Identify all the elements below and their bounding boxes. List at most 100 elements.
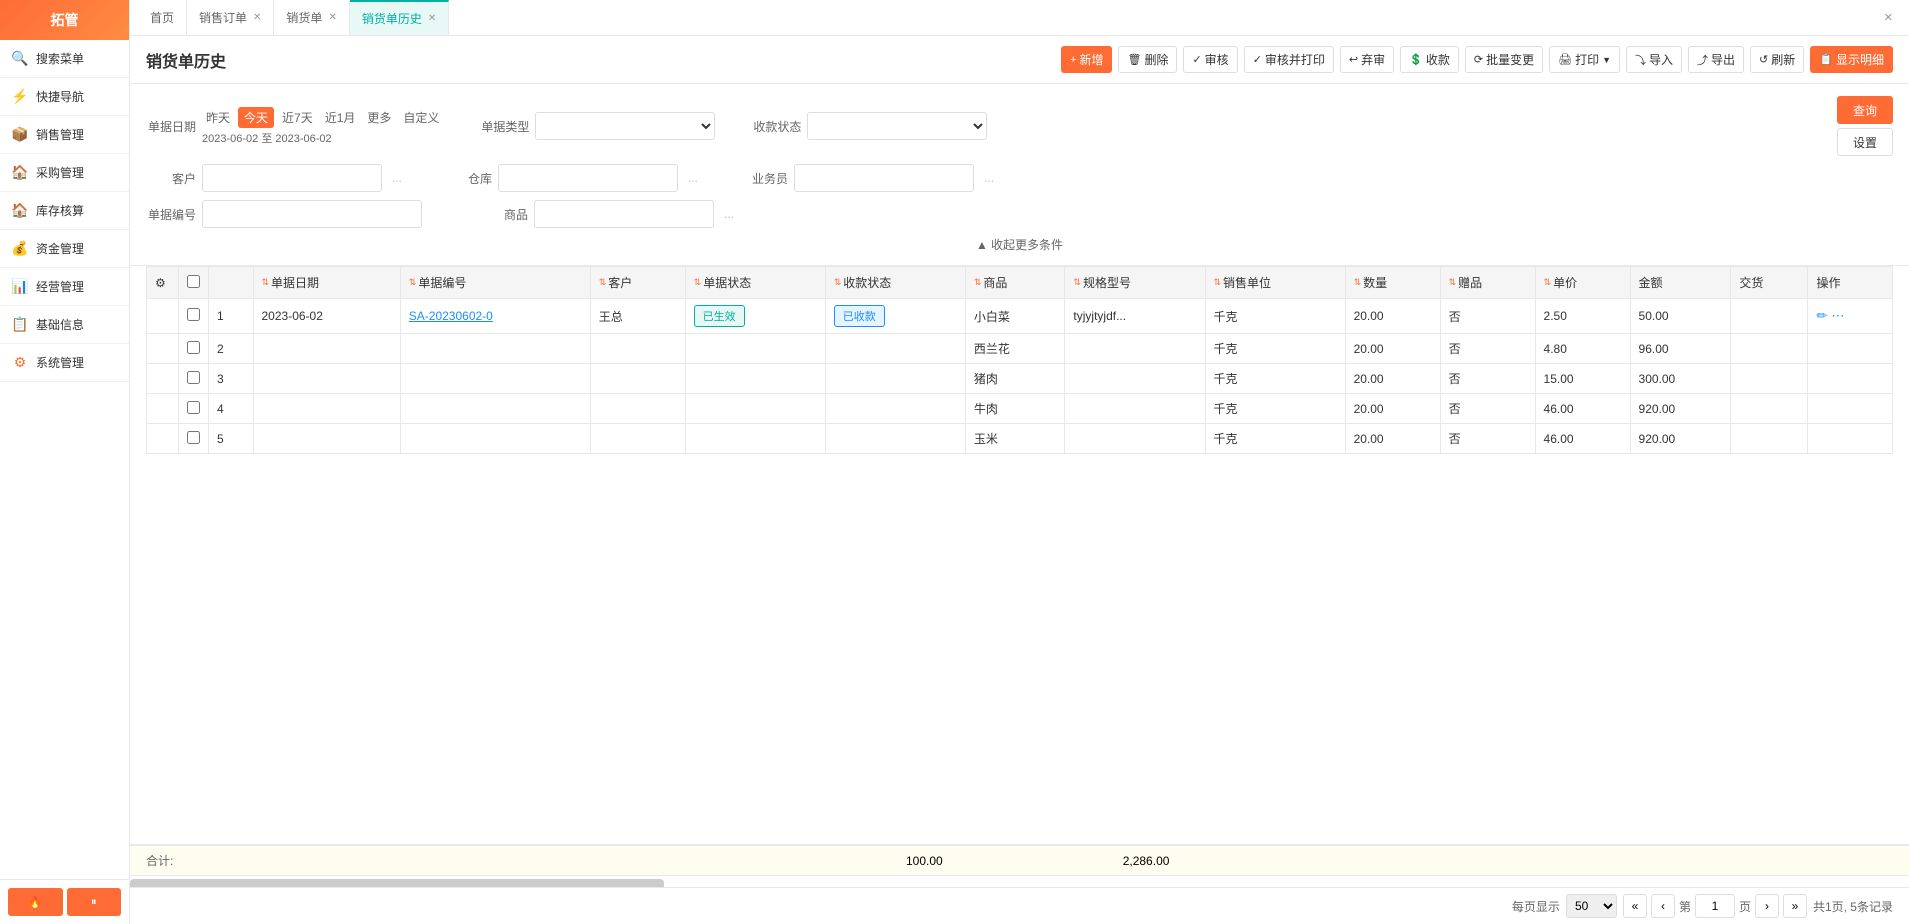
row-goods: 小白菜	[965, 299, 1065, 334]
prev-page-button[interactable]: ‹	[1651, 894, 1675, 918]
close-sales-goods-icon[interactable]: ✕	[328, 12, 336, 23]
tab-home[interactable]: 首页	[138, 0, 187, 35]
sidebar-item-finance[interactable]: 💰 资金管理	[0, 230, 129, 268]
next-page-button[interactable]: ›	[1755, 894, 1779, 918]
staff-dots[interactable]: ...	[980, 171, 998, 185]
collect-button[interactable]: 💲 收款	[1400, 46, 1459, 73]
sidebar-item-system[interactable]: ⚙ 系统管理	[0, 344, 129, 382]
sidebar-item-basic-info[interactable]: 📋 基础信息	[0, 306, 129, 344]
row-checkbox[interactable]	[187, 371, 200, 384]
row-price: 4.80	[1535, 334, 1630, 364]
date-tab-7days[interactable]: 近7天	[278, 107, 317, 128]
date-tab-today[interactable]: 今天	[238, 107, 274, 128]
th-price[interactable]: ⇅单价	[1535, 267, 1630, 299]
th-unit[interactable]: ⇅销售单位	[1205, 267, 1345, 299]
tab-sales-order[interactable]: 销售订单 ✕	[187, 0, 274, 35]
print-button[interactable]: 🖨 打印 ▼	[1549, 46, 1620, 73]
customer-dots[interactable]: ...	[388, 171, 406, 185]
date-tab-custom[interactable]: 自定义	[399, 107, 443, 128]
row-doc-no[interactable]	[400, 364, 590, 394]
row-payment-status	[825, 364, 965, 394]
row-checkbox[interactable]	[187, 341, 200, 354]
sidebar-item-search[interactable]: 🔍 搜索菜单	[0, 40, 129, 78]
sidebar-item-quick-nav[interactable]: ⚡ 快捷导航	[0, 78, 129, 116]
edit-icon[interactable]: ✏	[1816, 308, 1827, 324]
row-doc-no[interactable]	[400, 424, 590, 454]
page-header: 销货单历史 + 新增 🗑 删除 ✓ 审核 ✓ 审核并打印	[130, 36, 1909, 84]
last-page-button[interactable]: »	[1783, 894, 1807, 918]
abandon-button[interactable]: ↩ 弃审	[1340, 46, 1394, 73]
row-unit: 千克	[1205, 394, 1345, 424]
page-number-input[interactable]	[1695, 894, 1735, 918]
payment-status-select[interactable]	[807, 112, 987, 140]
scroll-bar-area[interactable]	[130, 875, 1909, 887]
customer-input[interactable]	[202, 164, 382, 192]
row-price: 15.00	[1535, 364, 1630, 394]
row-doc-no[interactable]: SA-20230602-0	[400, 299, 590, 334]
per-page-select[interactable]: 50 100 200	[1566, 894, 1617, 918]
staff-input[interactable]	[794, 164, 974, 192]
delete-button[interactable]: 🗑 删除	[1118, 46, 1177, 73]
row-delivery	[1731, 394, 1808, 424]
th-payment-status[interactable]: ⇅收款状态	[825, 267, 965, 299]
warehouse-input[interactable]	[498, 164, 678, 192]
sidebar-item-inventory[interactable]: 🏠 库存核算	[0, 192, 129, 230]
goods-input[interactable]	[534, 200, 714, 228]
batch-change-icon: ⟳	[1474, 53, 1483, 66]
query-button[interactable]: 查询	[1837, 96, 1893, 124]
audit-print-button[interactable]: ✓ 审核并打印	[1244, 46, 1334, 73]
doc-no-input[interactable]	[202, 200, 422, 228]
row-amount: 50.00	[1630, 299, 1731, 334]
more-icon[interactable]: ⋯	[1831, 308, 1844, 324]
th-gift[interactable]: ⇅赠品	[1440, 267, 1535, 299]
sidebar-footer-btn2[interactable]: ⏸	[67, 888, 122, 916]
export-button[interactable]: ⤴ 导出	[1688, 46, 1744, 73]
close-sales-order-icon[interactable]: ✕	[253, 12, 261, 23]
th-doc-date[interactable]: ⇅单据日期	[253, 267, 400, 299]
th-doc-no[interactable]: ⇅单据编号	[400, 267, 590, 299]
tab-sales-history[interactable]: 销货单历史 ✕	[350, 0, 449, 35]
check-all[interactable]	[187, 275, 200, 288]
th-spec[interactable]: ⇅规格型号	[1065, 267, 1205, 299]
row-checkbox[interactable]	[187, 401, 200, 414]
th-doc-status[interactable]: ⇅单据状态	[685, 267, 825, 299]
collapse-filter-button[interactable]: ▲ 收起更多条件	[146, 236, 1893, 253]
first-page-button[interactable]: «	[1623, 894, 1647, 918]
tab-sales-goods[interactable]: 销货单 ✕	[274, 0, 349, 35]
filter-row-2: 客户 ... 仓库 ... 业务员 ...	[146, 164, 1893, 192]
th-settings[interactable]: ⚙	[147, 267, 179, 299]
row-checkbox[interactable]	[187, 308, 200, 321]
row-doc-status	[685, 424, 825, 454]
goods-dots[interactable]: ...	[720, 207, 738, 221]
th-goods[interactable]: ⇅商品	[965, 267, 1065, 299]
th-qty[interactable]: ⇅数量	[1345, 267, 1440, 299]
close-all-tabs-button[interactable]: ✕	[1876, 11, 1901, 24]
sidebar-item-sales[interactable]: 📦 销售管理	[0, 116, 129, 154]
import-button[interactable]: ⤵ 导入	[1626, 46, 1682, 73]
row-amount: 300.00	[1630, 364, 1731, 394]
row-doc-no[interactable]	[400, 394, 590, 424]
row-unit: 千克	[1205, 299, 1345, 334]
new-button[interactable]: + 新增	[1061, 46, 1112, 73]
warehouse-dots[interactable]: ...	[684, 171, 702, 185]
collect-icon: 💲	[1409, 53, 1423, 66]
audit-button[interactable]: ✓ 审核	[1183, 46, 1237, 73]
sidebar-footer-btn1[interactable]: 🔥	[8, 888, 63, 916]
row-doc-no[interactable]	[400, 334, 590, 364]
th-check[interactable]	[179, 267, 209, 299]
row-checkbox[interactable]	[187, 431, 200, 444]
date-tab-1month[interactable]: 近1月	[321, 107, 360, 128]
date-tab-yesterday[interactable]: 昨天	[202, 107, 234, 128]
doc-type-select[interactable]	[535, 112, 715, 140]
batch-change-button[interactable]: ⟳ 批量变更	[1465, 46, 1543, 73]
refresh-button[interactable]: ↺ 刷新	[1750, 46, 1804, 73]
th-customer[interactable]: ⇅客户	[590, 267, 685, 299]
date-tab-more[interactable]: 更多	[363, 107, 395, 128]
sidebar-item-operations[interactable]: 📊 经营管理	[0, 268, 129, 306]
filter-settings-button[interactable]: 设置	[1837, 128, 1893, 156]
show-detail-button[interactable]: 📋 显示明细	[1810, 46, 1893, 73]
toolbar: + 新增 🗑 删除 ✓ 审核 ✓ 审核并打印 ↩ 弃审	[1061, 46, 1893, 73]
sidebar-item-purchase[interactable]: 🏠 采购管理	[0, 154, 129, 192]
page-nav: « ‹ 第 页 › »	[1623, 894, 1807, 918]
close-sales-history-icon[interactable]: ✕	[428, 13, 436, 24]
